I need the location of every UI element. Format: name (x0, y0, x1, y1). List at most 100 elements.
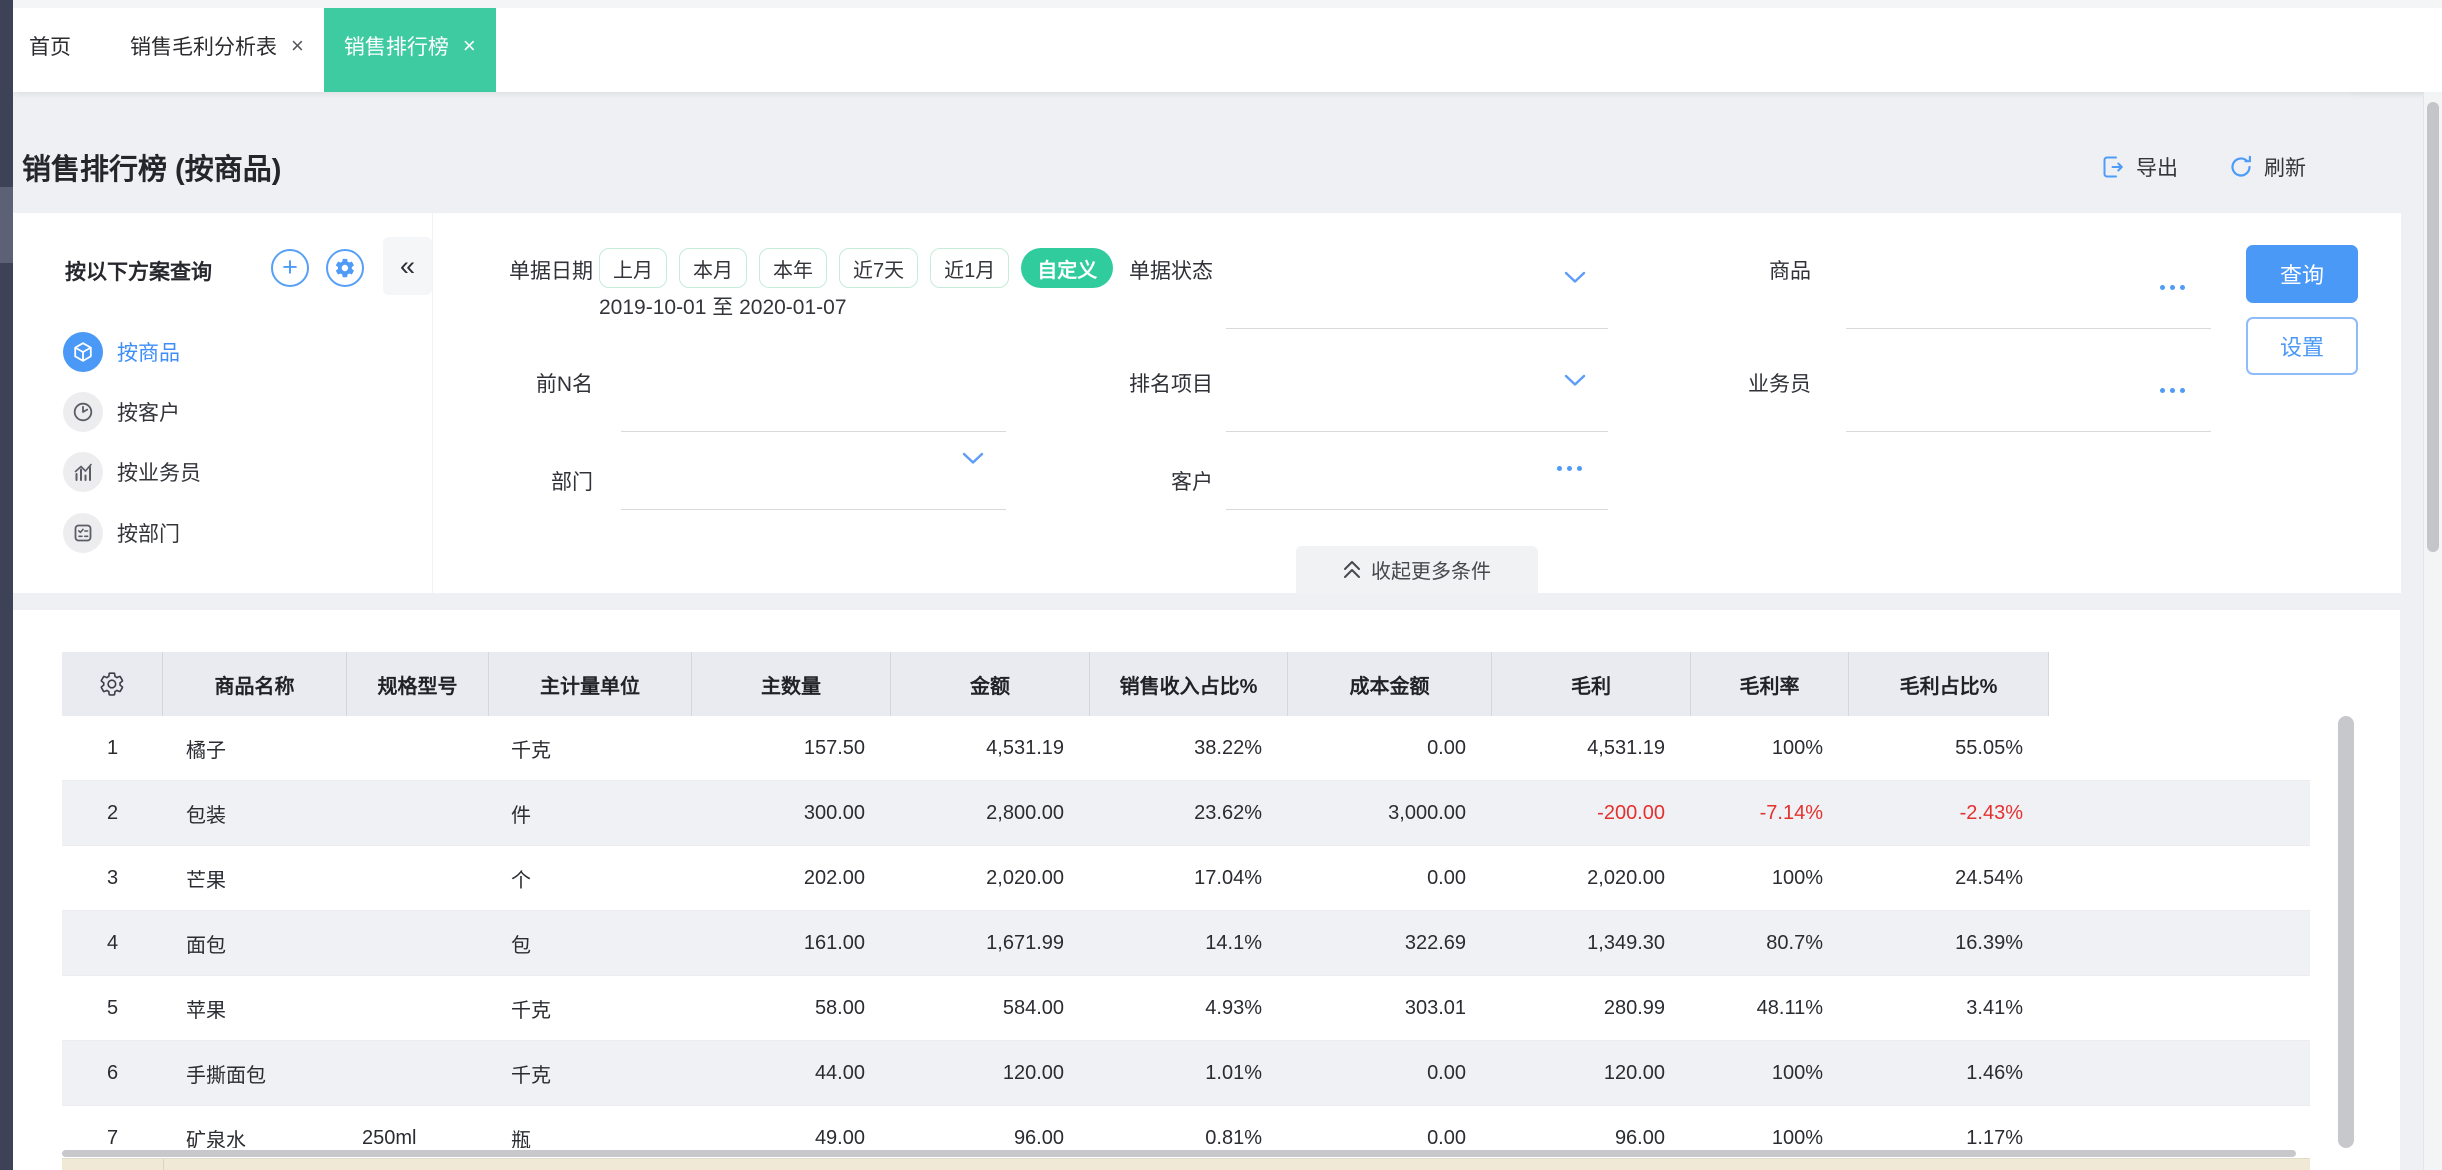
table-cell: 4,531.19 (986, 736, 1064, 759)
collapsed-nav-strip[interactable] (0, 0, 13, 1170)
preset-this-year[interactable]: 本年 (759, 248, 827, 288)
preset-last-month[interactable]: 上月 (599, 248, 667, 288)
table-cell (347, 911, 489, 975)
col-empty (2049, 652, 2310, 716)
col-cost-amount[interactable]: 成本金额 (1288, 652, 1492, 716)
summary-row (62, 1158, 2310, 1170)
table-cell: 芒果 (186, 869, 226, 892)
horizontal-scrollbar[interactable] (62, 1150, 2310, 1158)
table-cell: 面包 (186, 934, 226, 957)
tab-label: 首页 (29, 36, 71, 59)
product-label: 商品 (1769, 260, 1811, 283)
export-button[interactable]: 导出 (2100, 152, 2178, 182)
table-cell: 17.04% (1194, 866, 1262, 889)
customer-picker[interactable] (1226, 460, 1608, 510)
rank-item-select[interactable] (1226, 374, 1608, 432)
preset-last-1-month[interactable]: 近1月 (930, 248, 1010, 288)
date-range-value[interactable]: 2019-10-01 至 2020-01-07 (599, 291, 847, 321)
table-cell: 250ml (362, 1126, 417, 1149)
preset-last-7-days[interactable]: 近7天 (839, 248, 919, 288)
scheme-item-label: 按商品 (117, 342, 180, 365)
table-row[interactable]: 4 面包 包 161.00 1,671.99 14.1% 322.69 1,349.30 80.… (62, 911, 2310, 976)
column-settings-button[interactable] (62, 652, 163, 716)
department-select[interactable] (621, 452, 1006, 510)
top-n-input[interactable] (621, 382, 1006, 432)
ellipsis-picker-icon[interactable] (1557, 466, 1582, 471)
scheme-item-by-customer[interactable]: 按客户 (13, 382, 432, 442)
col-profit-share[interactable]: 毛利占比% (1849, 652, 2049, 716)
doc-status-select[interactable] (1226, 271, 1608, 329)
col-main-qty[interactable]: 主数量 (692, 652, 891, 716)
collapse-more-conditions[interactable]: 收起更多条件 (1296, 546, 1538, 593)
query-button[interactable]: 查询 (2246, 245, 2358, 303)
col-product-name[interactable]: 商品名称 (163, 652, 347, 716)
table-cell: 55.05% (1955, 736, 2023, 759)
table-cell: 手撕面包 (186, 1064, 266, 1087)
table-cell-empty (2049, 846, 2310, 910)
double-chevron-up-icon (1343, 560, 1361, 580)
table-cell: 4.93% (1205, 996, 1262, 1019)
app-window: 首页 销售毛利分析表 × 销售排行榜 × × 销售排行榜 (按商品) 导出 刷新… (0, 0, 2442, 1170)
col-revenue-share[interactable]: 销售收入占比% (1090, 652, 1288, 716)
table-cell: 120.00 (1603, 1061, 1665, 1084)
salesman-picker[interactable] (1846, 382, 2211, 432)
table-cell: 100% (1771, 736, 1823, 759)
gear-icon (99, 671, 125, 697)
query-scheme-panel: 按以下方案查询 + « 按商品 按客户 按业务员 按部门 (13, 213, 432, 593)
tab-home[interactable]: 首页 (23, 0, 77, 92)
table-cell: 161.00 (803, 931, 865, 954)
table-cell: 157.50 (803, 736, 865, 759)
col-spec-model[interactable]: 规格型号 (347, 652, 489, 716)
doc-date-label: 单据日期 (509, 260, 593, 283)
table-cell: 4,531.19 (1587, 736, 1665, 759)
rank-item-label: 排名项目 (1129, 373, 1213, 396)
add-scheme-button[interactable]: + (271, 249, 309, 287)
col-gross-profit[interactable]: 毛利 (1492, 652, 1691, 716)
table-cell: 49.00 (814, 1126, 865, 1149)
table-cell: 千克 (511, 999, 551, 1022)
close-tab-icon[interactable]: × (291, 33, 304, 59)
scheme-panel-title: 按以下方案查询 (65, 261, 212, 284)
table-row[interactable]: 5 苹果 千克 58.00 584.00 4.93% 303.01 280.99 48.11% 3… (62, 976, 2310, 1041)
page-scrollbar-thumb[interactable] (2427, 102, 2439, 552)
col-gross-margin[interactable]: 毛利率 (1691, 652, 1849, 716)
col-main-unit[interactable]: 主计量单位 (489, 652, 692, 716)
refresh-button[interactable]: 刷新 (2228, 152, 2306, 182)
table-cell-empty (2049, 1106, 2310, 1148)
scheme-item-by-department[interactable]: 按部门 (13, 503, 432, 563)
table-cell: 3.41% (1966, 996, 2023, 1019)
page-scrollbar[interactable] (2423, 92, 2442, 1170)
scheme-item-label: 按业务员 (117, 462, 201, 485)
scheme-item-by-product[interactable]: 按商品 (13, 322, 432, 382)
ellipsis-picker-icon[interactable] (2160, 285, 2185, 290)
table-cell-empty (2049, 781, 2310, 845)
table-row[interactable]: 3 芒果 个 202.00 2,020.00 17.04% 0.00 2,020.00 100%… (62, 846, 2310, 911)
horizontal-scrollbar-thumb[interactable] (62, 1150, 2296, 1157)
table-row[interactable]: 7 矿泉水 250ml 瓶 49.00 96.00 0.81% 0.00 96.00 100% 1.… (62, 1106, 2310, 1148)
table-cell: 苹果 (186, 999, 226, 1022)
tab-sales-ranking[interactable]: 销售排行榜 × (323, 0, 496, 92)
col-amount[interactable]: 金额 (891, 652, 1090, 716)
table-cell-empty (2049, 911, 2310, 975)
table-row[interactable]: 6 手撕面包 千克 44.00 120.00 1.01% 0.00 120.00 100% 1.4… (62, 1041, 2310, 1106)
table-cell: 1.01% (1205, 1061, 1262, 1084)
table-header-row: 商品名称 规格型号 主计量单位 主数量 金额 销售收入占比% 成本金额 毛利 毛… (62, 652, 2310, 716)
table-cell: 千克 (511, 739, 551, 762)
scheme-settings-button[interactable] (326, 249, 364, 287)
tab-sales-margin-report[interactable]: 销售毛利分析表 × (124, 0, 310, 92)
table-scrollbar-thumb[interactable] (2338, 716, 2354, 1148)
product-picker[interactable] (1846, 279, 2211, 329)
table-cell: 1.46% (1966, 1061, 2023, 1084)
table-cell: 96.00 (1013, 1126, 1064, 1149)
settings-button[interactable]: 设置 (2246, 317, 2358, 375)
preset-this-month[interactable]: 本月 (679, 248, 747, 288)
refresh-label: 刷新 (2264, 157, 2306, 180)
table-body: 1 橘子 千克 157.50 4,531.19 38.22% 0.00 4,531.19 100… (62, 716, 2310, 1148)
collapse-panel-button[interactable]: « (383, 237, 432, 295)
table-row[interactable]: 2 包装 件 300.00 2,800.00 23.62% 3,000.00 -200.00 -… (62, 781, 2310, 846)
salesman-label: 业务员 (1748, 373, 1811, 396)
close-tab-icon[interactable]: × (463, 33, 476, 59)
ellipsis-picker-icon[interactable] (2160, 388, 2185, 393)
scheme-item-by-salesman[interactable]: 按业务员 (13, 442, 432, 502)
table-row[interactable]: 1 橘子 千克 157.50 4,531.19 38.22% 0.00 4,531.19 100… (62, 716, 2310, 781)
